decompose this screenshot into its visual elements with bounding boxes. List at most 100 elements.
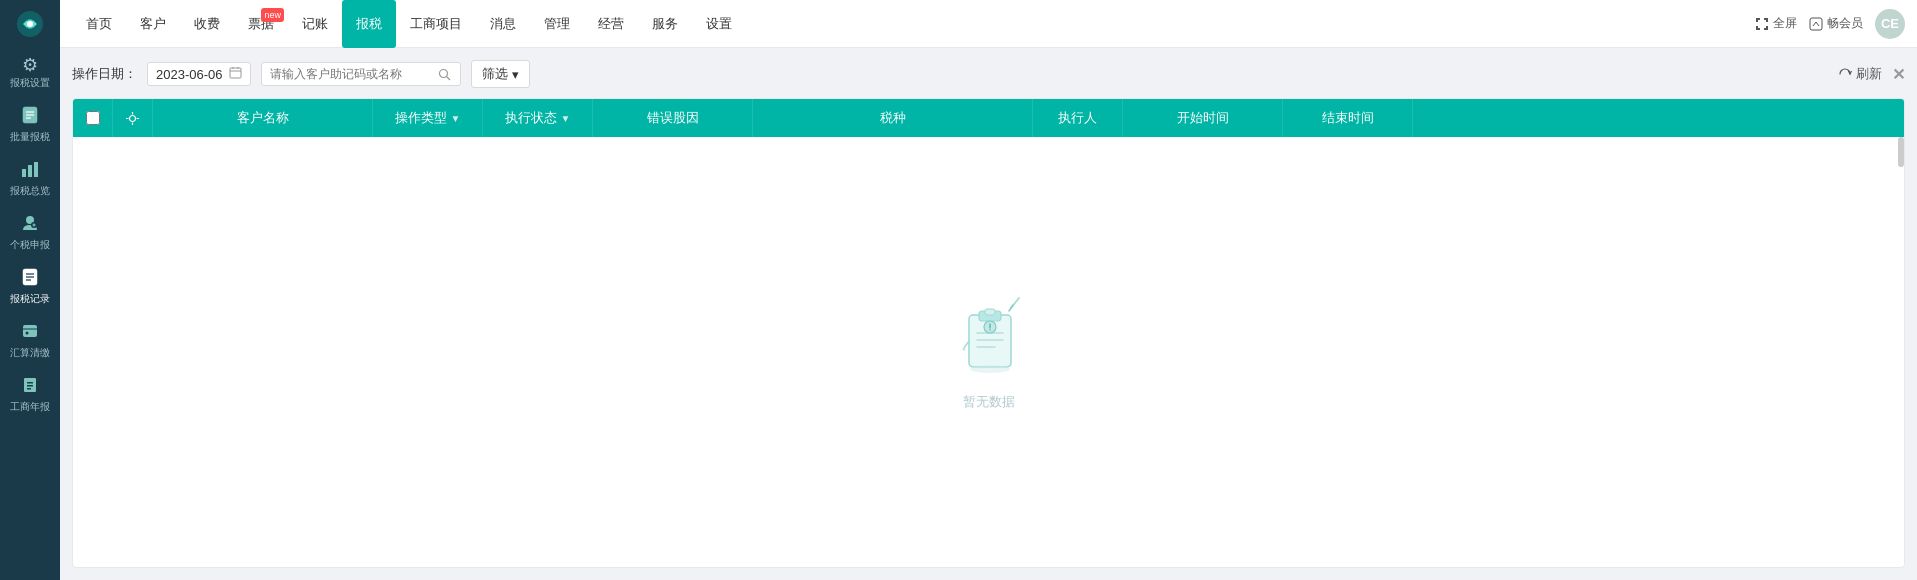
nav-services[interactable]: 服务 <box>638 0 692 48</box>
nav-customer[interactable]: 客户 <box>126 0 180 48</box>
nav-tax[interactable]: 报税 <box>342 0 396 48</box>
empty-text: 暂无数据 <box>963 393 1015 411</box>
sidebar-item-batch-tax-label: 批量报税 <box>10 131 50 143</box>
settings-column-icon <box>125 111 140 126</box>
th-operation-type: 操作类型 ▼ <box>373 99 483 137</box>
tax-records-icon <box>20 267 40 290</box>
svg-rect-40 <box>985 309 995 315</box>
empty-state: 暂无数据 <box>949 293 1029 411</box>
table-header: 客户名称 操作类型 ▼ 执行状态 ▼ 错误股因 税种 执行人 <box>73 99 1904 137</box>
user-avatar[interactable]: CE <box>1875 9 1905 39</box>
sidebar-item-personal-tax[interactable]: 个税申报 <box>0 205 60 259</box>
settlement-icon <box>20 321 40 344</box>
scrollbar[interactable] <box>1898 137 1904 167</box>
svg-rect-23 <box>27 388 31 390</box>
member-icon <box>1809 17 1823 31</box>
topnav-right-section: 全屏 畅会员 CE <box>1755 9 1905 39</box>
svg-point-46 <box>989 329 991 331</box>
sidebar-logo <box>0 0 60 48</box>
close-button[interactable]: ✕ <box>1892 65 1905 84</box>
date-value: 2023-06-06 <box>156 67 223 82</box>
empty-state-illustration <box>949 293 1029 383</box>
nav-business[interactable]: 工商项目 <box>396 0 476 48</box>
filter-label: 筛选 <box>482 65 508 83</box>
svg-point-31 <box>130 115 136 121</box>
svg-rect-7 <box>28 165 32 177</box>
svg-point-29 <box>439 69 447 77</box>
refresh-button[interactable]: 刷新 <box>1838 65 1882 83</box>
batch-tax-icon <box>20 105 40 128</box>
svg-point-19 <box>26 332 29 335</box>
sidebar-item-tax-records[interactable]: 报税记录 <box>0 259 60 313</box>
nav-settings[interactable]: 设置 <box>692 0 746 48</box>
th-customer-name: 客户名称 <box>153 99 373 137</box>
sidebar-item-tax-settings-label: 报税设置 <box>10 77 50 89</box>
sidebar-item-personal-tax-label: 个税申报 <box>10 239 50 251</box>
svg-rect-8 <box>34 162 38 177</box>
th-exec-status: 执行状态 ▼ <box>483 99 593 137</box>
search-container <box>261 62 461 86</box>
sort-icon-2: ▼ <box>561 113 571 124</box>
fullscreen-button[interactable]: 全屏 <box>1755 15 1797 32</box>
toolbar-right: 刷新 ✕ <box>1838 65 1905 84</box>
date-label: 操作日期： <box>72 65 137 83</box>
svg-rect-22 <box>27 385 33 387</box>
calendar-icon <box>229 66 242 82</box>
th-tax-type: 税种 <box>753 99 1033 137</box>
svg-point-1 <box>27 21 33 27</box>
th-executor: 执行人 <box>1033 99 1123 137</box>
nav-home[interactable]: 首页 <box>72 0 126 48</box>
annual-report-icon <box>20 375 40 398</box>
svg-rect-21 <box>27 382 33 384</box>
sidebar-item-tax-records-label: 报税记录 <box>10 293 50 305</box>
svg-point-47 <box>970 365 1010 373</box>
sidebar-item-tax-overview-label: 报税总览 <box>10 185 50 197</box>
svg-rect-17 <box>23 325 37 337</box>
sidebar-item-tax-settings[interactable]: ⚙ 报税设置 <box>0 48 60 97</box>
refresh-label: 刷新 <box>1856 65 1882 83</box>
nav-operations[interactable]: 经营 <box>584 0 638 48</box>
search-icon <box>438 68 451 81</box>
fullscreen-icon <box>1755 17 1769 31</box>
th-start-time: 开始时间 <box>1123 99 1283 137</box>
search-input[interactable] <box>262 63 432 85</box>
svg-rect-24 <box>1810 18 1822 30</box>
sidebar-item-annual-report[interactable]: 工商年报 <box>0 367 60 421</box>
svg-rect-25 <box>230 68 241 78</box>
new-badge: new <box>261 8 284 22</box>
nav-messages[interactable]: 消息 <box>476 0 530 48</box>
svg-point-49 <box>962 348 965 351</box>
sidebar-item-settlement[interactable]: 汇算清缴 <box>0 313 60 367</box>
chevron-down-icon: ▾ <box>512 67 519 82</box>
th-checkbox[interactable] <box>73 99 113 137</box>
sidebar-item-tax-overview[interactable]: 报税总览 <box>0 151 60 205</box>
filter-button[interactable]: 筛选 ▾ <box>471 60 530 88</box>
table-body: 暂无数据 <box>73 137 1904 567</box>
tax-overview-icon <box>20 159 40 182</box>
svg-line-30 <box>446 76 450 80</box>
th-error-reason: 错误股因 <box>593 99 753 137</box>
th-settings <box>113 99 153 137</box>
top-navigation: 首页 客户 收费 票据 new 记账 报税 工商项目 消息 管理 经营 <box>60 0 1917 48</box>
main-area: 首页 客户 收费 票据 new 记账 报税 工商项目 消息 管理 经营 <box>60 0 1917 580</box>
refresh-icon <box>1838 67 1852 81</box>
sidebar-item-annual-report-label: 工商年报 <box>10 401 50 413</box>
member-button[interactable]: 畅会员 <box>1809 15 1863 32</box>
th-end-time: 结束时间 <box>1283 99 1413 137</box>
svg-line-37 <box>1009 305 1013 311</box>
search-button[interactable] <box>432 64 457 85</box>
sidebar: ⚙ 报税设置 批量报税 报税总览 <box>0 0 60 580</box>
select-all-checkbox[interactable] <box>86 111 100 125</box>
sidebar-item-settlement-label: 汇算清缴 <box>10 347 50 359</box>
nav-billing[interactable]: 收费 <box>180 0 234 48</box>
sort-icon: ▼ <box>451 113 461 124</box>
nav-invoice[interactable]: 票据 new <box>234 0 288 48</box>
sidebar-item-batch-tax[interactable]: 批量报税 <box>0 97 60 151</box>
nav-accounts[interactable]: 记账 <box>288 0 342 48</box>
content-area: 操作日期： 2023-06-06 <box>60 48 1917 580</box>
nav-management[interactable]: 管理 <box>530 0 584 48</box>
date-picker[interactable]: 2023-06-06 <box>147 62 251 86</box>
toolbar: 操作日期： 2023-06-06 <box>72 60 1905 88</box>
data-table: 客户名称 操作类型 ▼ 执行状态 ▼ 错误股因 税种 执行人 <box>72 98 1905 568</box>
tax-settings-icon: ⚙ <box>22 56 38 74</box>
